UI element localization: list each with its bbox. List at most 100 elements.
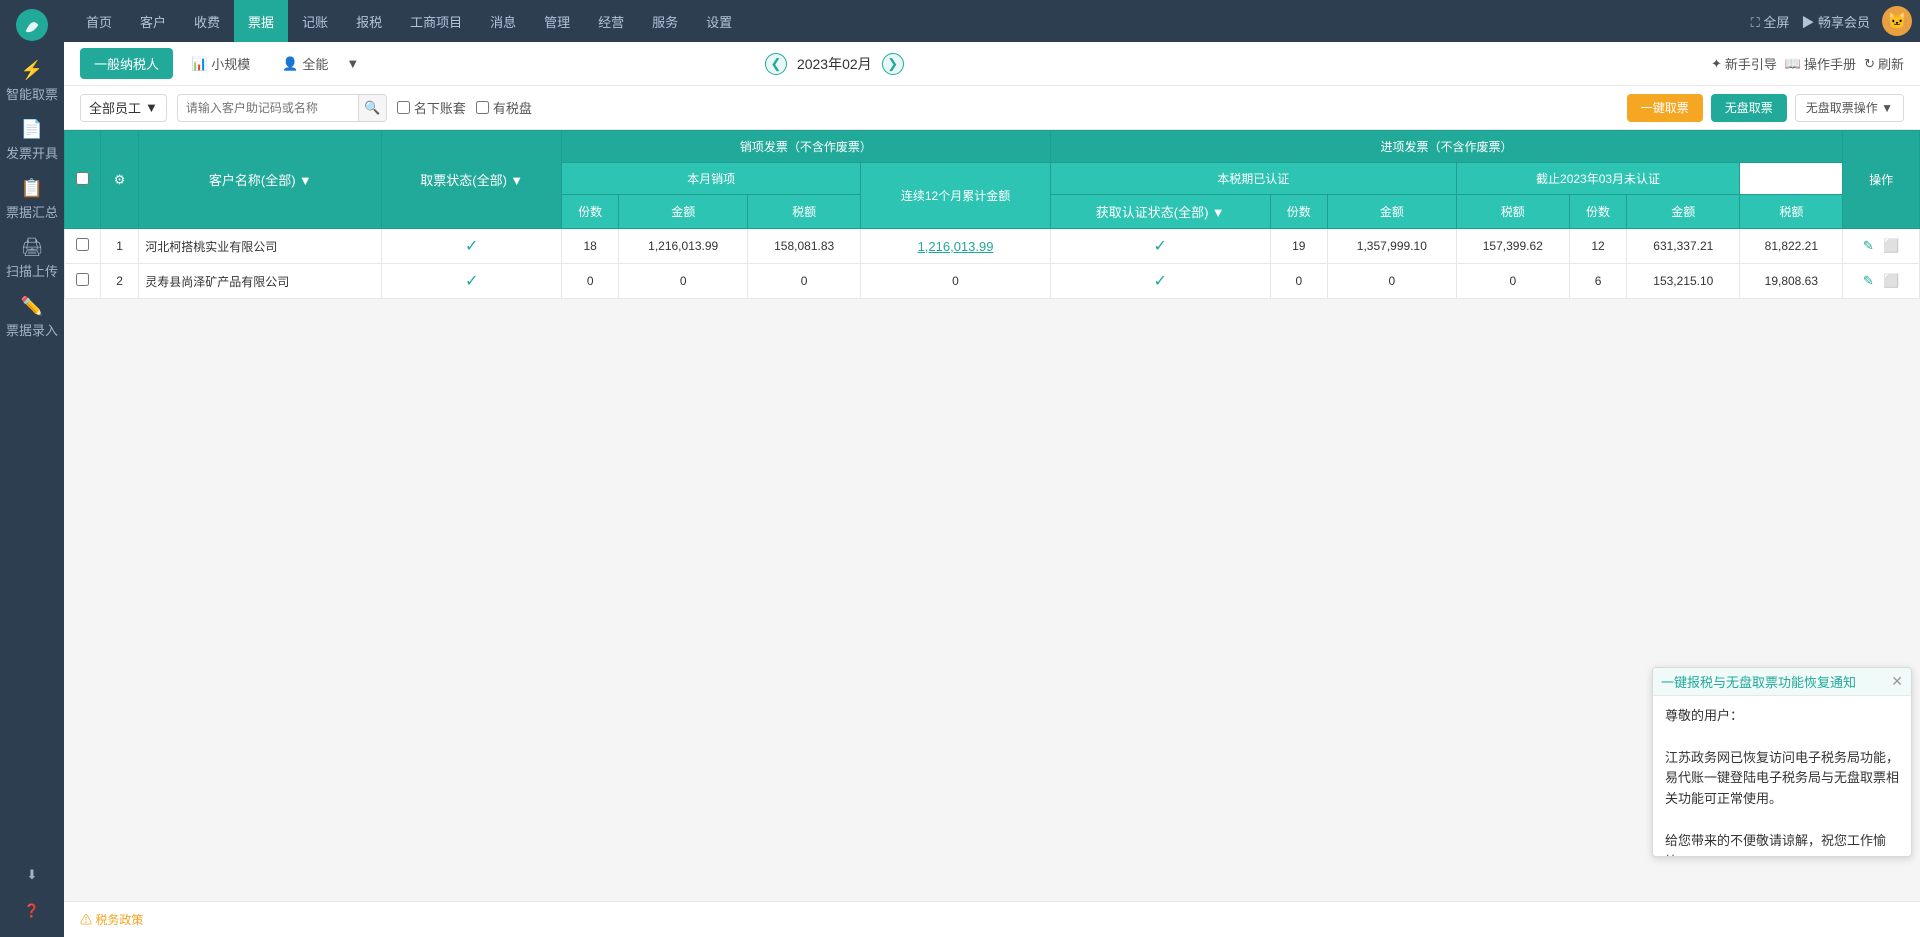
month-navigation: ❮ 2023年02月 ❯ [765, 53, 904, 75]
notification-close-button[interactable]: ✕ [1891, 673, 1903, 690]
name-account-checkbox[interactable]: 名下账套 [397, 98, 466, 117]
nav-message[interactable]: 消息 [476, 0, 530, 42]
sidebar-item-invoice-open[interactable]: 📄 发票开具 [0, 109, 64, 168]
row-purchase-cert-tax-1: 0 [1456, 264, 1569, 299]
tax-policy-link[interactable]: ⚠ 税务政策 [80, 911, 143, 928]
table-row: 2 灵寿县尚泽矿产品有限公司 ✓ 0 0 0 0 ✓ 0 0 0 6 153,2… [65, 264, 1920, 299]
tax-disk-checkbox[interactable]: 有税盘 [476, 98, 532, 117]
edit-icon-0[interactable]: ✎ [1863, 238, 1874, 253]
row-customer-0: 河北柯搭桃实业有限公司 [139, 229, 382, 264]
prev-month-button[interactable]: ❮ [765, 53, 787, 75]
preview-icon-0[interactable]: ⬜ [1883, 238, 1899, 253]
row-check-0[interactable] [76, 238, 89, 251]
sidebar-item-scan-upload[interactable]: 🖨 扫描上传 [0, 227, 64, 286]
th-sales-group: 销项发票（不含作废票） [562, 131, 1051, 163]
th-checkbox [65, 131, 101, 229]
dropdown-icon: ▼ [145, 100, 158, 115]
row-sales-count-1: 0 [562, 264, 619, 299]
sidebar-item-smart-collect[interactable]: ⚡ 智能取票 [0, 50, 64, 109]
cumulative-link-0[interactable]: 1,216,013.99 [918, 239, 994, 254]
th-purchase-cert-amount: 金额 [1327, 195, 1456, 229]
chevron-left-icon: ❮ [770, 56, 781, 72]
th-purchase-certified: 本税期已认证 [1050, 163, 1456, 195]
name-account-check[interactable] [397, 101, 410, 114]
th-purchase-cert-status: 获取认证状态(全部) ▼ [1050, 195, 1270, 229]
nav-home[interactable]: 首页 [72, 0, 126, 42]
table-row: 1 河北柯搭桃实业有限公司 ✓ 18 1,216,013.99 158,081.… [65, 229, 1920, 264]
tax-disk-check[interactable] [476, 101, 489, 114]
th-sales-tax: 税额 [748, 195, 861, 229]
row-purchase-status-0: ✓ [1050, 229, 1270, 264]
nav-customer[interactable]: 客户 [126, 0, 180, 42]
tab-general-label: 一般纳税人 [94, 54, 159, 73]
sidebar: ⚡ 智能取票 📄 发票开具 📋 票据汇总 🖨 扫描上传 ✏️ 票据录入 ⬇ ❓ [0, 0, 64, 937]
tab-general-taxpayer[interactable]: 一般纳税人 [80, 48, 173, 79]
tab-small-scale[interactable]: 📊 小规模 [177, 48, 264, 79]
th-sales-month: 本月销项 [562, 163, 861, 195]
row-purchase-status-1: ✓ [1050, 264, 1270, 299]
tab-small-icon: 📊 [191, 56, 207, 72]
th-purchase-uncertified: 截止2023年03月未认证 [1456, 163, 1740, 195]
row-check-1[interactable] [76, 273, 89, 286]
status-bar: ⚠ 税务政策 [64, 901, 1920, 937]
nav-business[interactable]: 工商项目 [396, 0, 476, 42]
tab-all[interactable]: 👤 全能 [268, 48, 342, 79]
select-all-checkbox[interactable] [76, 172, 89, 185]
edit-icon-1[interactable]: ✎ [1863, 273, 1874, 288]
sidebar-item-help[interactable]: ❓ [0, 895, 64, 927]
search-button[interactable]: 🔍 [358, 94, 386, 122]
nav-invoice[interactable]: 票据 [234, 0, 288, 42]
row-sales-amount-0: 1,216,013.99 [619, 229, 748, 264]
star-icon: ✦ [1711, 56, 1722, 72]
user-avatar[interactable]: 🐱 [1882, 6, 1912, 36]
th-purchase-uncert-amount: 金额 [1627, 195, 1740, 229]
clipboard-icon: 📋 [21, 178, 43, 199]
row-checkbox-1[interactable] [65, 264, 101, 299]
row-purchase-cert-count-1: 0 [1270, 264, 1327, 299]
search-box: 🔍 [177, 94, 387, 122]
filter-label: 全部员工 [89, 98, 141, 117]
nav-tax[interactable]: 报税 [342, 0, 396, 42]
new-guide-button[interactable]: ✦ 新手引导 [1711, 54, 1777, 73]
sidebar-item-invoice-summary[interactable]: 📋 票据汇总 [0, 168, 64, 227]
nav-accounting[interactable]: 记账 [288, 0, 342, 42]
nav-operation[interactable]: 经营 [584, 0, 638, 42]
fullscreen-button[interactable]: ⛶ 全屏 [1751, 12, 1790, 31]
notification-header: 一键报税与无盘取票功能恢复通知 ✕ [1653, 668, 1911, 696]
nav-collection[interactable]: 收费 [180, 0, 234, 42]
fullscreen-icon: ⛶ [1751, 15, 1760, 30]
th-customer: 客户名称(全部) ▼ [139, 131, 382, 229]
filter-icon: ▼ [299, 173, 312, 188]
row-sales-cumulative-0: 1,216,013.99 [861, 229, 1051, 264]
th-purchase-cert-count: 份数 [1270, 195, 1327, 229]
employee-filter[interactable]: 全部员工 ▼ [80, 94, 167, 122]
row-status-0: ✓ [382, 229, 562, 264]
sidebar-item-data-entry[interactable]: ✏️ 票据录入 [0, 286, 64, 345]
search-input[interactable] [178, 101, 358, 115]
filter-icon: ▼ [1212, 205, 1225, 220]
row-checkbox-0[interactable] [65, 229, 101, 264]
row-purchase-cert-count-0: 19 [1270, 229, 1327, 264]
nav-settings[interactable]: 设置 [692, 0, 746, 42]
refresh-button[interactable]: ↻ 刷新 [1864, 54, 1904, 73]
th-sales-cumulative: 连续12个月累计金额 [861, 163, 1051, 229]
purchase-status-icon-1: ✓ [1154, 273, 1167, 290]
settings-icon: ⚙ [114, 172, 126, 187]
page-tabs: 一般纳税人 📊 小规模 👤 全能 ▼ ❮ 2023年02月 ❯ ✦ 新手引导 [64, 42, 1920, 86]
next-month-button[interactable]: ❯ [882, 53, 904, 75]
member-button[interactable]: ▶ 畅享会员 [1801, 12, 1870, 31]
row-purchase-cert-tax-0: 157,399.62 [1456, 229, 1569, 264]
tab-more[interactable]: ▼ [346, 56, 359, 71]
nav-admin[interactable]: 管理 [530, 0, 584, 42]
th-sales-amount: 金额 [619, 195, 748, 229]
nav-service[interactable]: 服务 [638, 0, 692, 42]
manual-button[interactable]: 📖 操作手册 [1785, 54, 1856, 73]
sidebar-item-download[interactable]: ⬇ [0, 859, 64, 891]
preview-icon-1[interactable]: ⬜ [1883, 273, 1899, 288]
no-disk-fetch-button[interactable]: 无盘取票 [1711, 94, 1787, 122]
one-click-fetch-button[interactable]: 一键取票 [1627, 94, 1703, 122]
sidebar-logo[interactable] [0, 0, 64, 50]
th-purchase-uncert-tax: 税额 [1740, 195, 1843, 229]
no-disk-ops-button[interactable]: 无盘取票操作 ▼ [1795, 94, 1904, 122]
row-purchase-uncert-count-1: 6 [1569, 264, 1626, 299]
